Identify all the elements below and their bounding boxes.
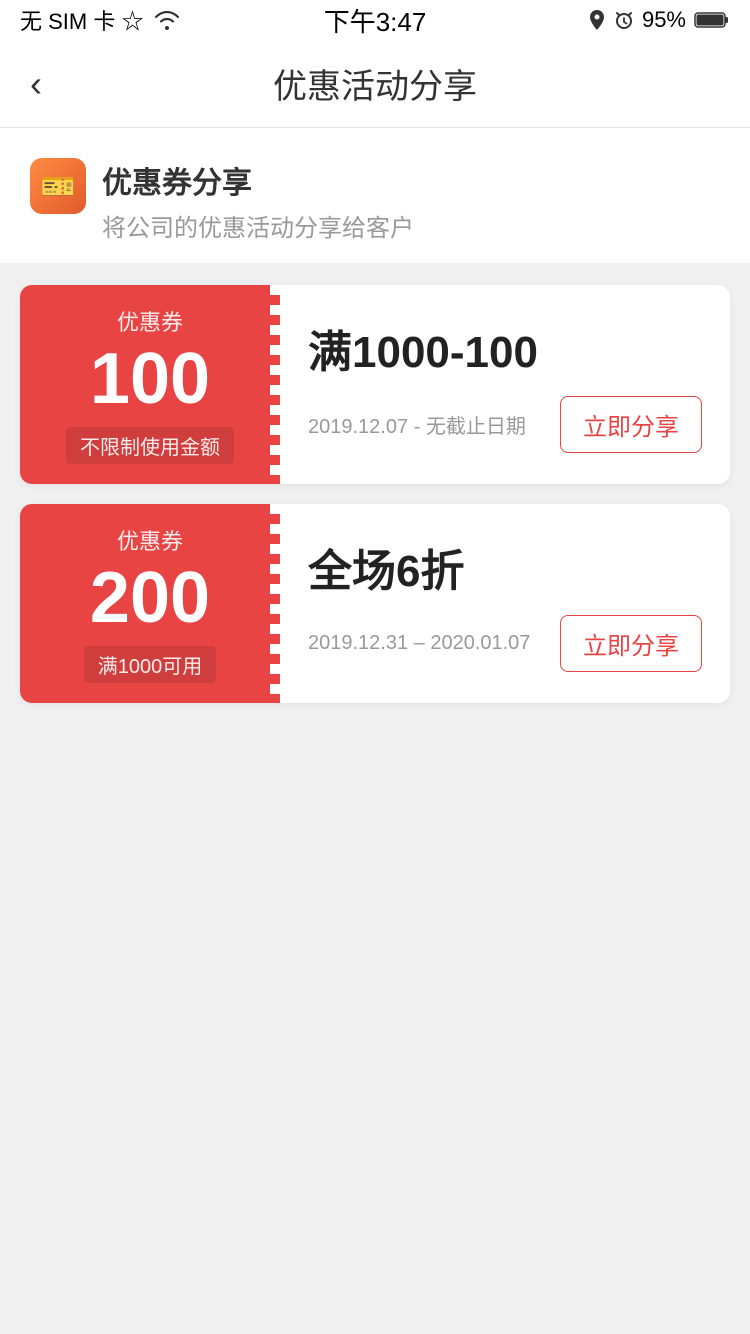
section-icon: 🎫 <box>30 158 86 214</box>
coupon-right-1: 全场6折 2019.12.31 – 2020.01.07 立即分享 <box>280 504 730 703</box>
coupon-left-0: 优惠券 100 不限制使用金额 <box>20 285 280 484</box>
coupon-condition-1: 满1000可用 <box>84 646 217 683</box>
status-bar: 无 SIM 卡 ☆ 下午3:47 95% <box>0 0 750 40</box>
section-text: 优惠券分享 将公司的优惠活动分享给客户 <box>102 158 414 243</box>
share-button-0[interactable]: 立即分享 <box>560 396 702 453</box>
coupon-left-1: 优惠券 200 满1000可用 <box>20 504 280 703</box>
nav-bar: ‹ 优惠活动分享 <box>0 40 750 128</box>
nav-title: 优惠活动分享 <box>273 59 477 108</box>
battery-text: 95% <box>642 7 686 33</box>
coupon-amount-0: 100 <box>90 343 210 415</box>
share-button-1[interactable]: 立即分享 <box>560 615 702 672</box>
coupon-card: 优惠券 200 满1000可用 全场6折 2019.12.31 – 2020.0… <box>20 504 730 703</box>
coupon-right-0: 满1000-100 2019.12.07 - 无截止日期 立即分享 <box>280 285 730 484</box>
battery-icon <box>694 11 730 29</box>
back-button[interactable]: ‹ <box>30 63 42 105</box>
status-left: 无 SIM 卡 ☆ <box>20 4 181 36</box>
coupon-meta-1: 2019.12.31 – 2020.01.07 立即分享 <box>308 615 702 672</box>
status-right: 95% <box>588 7 730 33</box>
location-icon <box>588 9 606 31</box>
coupon-card: 优惠券 100 不限制使用金额 满1000-100 2019.12.07 - 无… <box>20 285 730 484</box>
section-header: 🎫 优惠券分享 将公司的优惠活动分享给客户 <box>0 128 750 263</box>
alarm-icon <box>614 9 634 31</box>
no-sim-text: 无 SIM 卡 ☆ <box>20 4 143 36</box>
coupon-condition-0: 不限制使用金额 <box>66 427 234 464</box>
coupon-title-0: 满1000-100 <box>308 316 702 380</box>
coupon-amount-1: 200 <box>90 562 210 634</box>
coupon-meta-0: 2019.12.07 - 无截止日期 立即分享 <box>308 396 702 453</box>
coupon-list: 优惠券 100 不限制使用金额 满1000-100 2019.12.07 - 无… <box>0 265 750 723</box>
coupon-title-1: 全场6折 <box>308 535 702 599</box>
wifi-icon <box>153 10 181 30</box>
section-desc: 将公司的优惠活动分享给客户 <box>102 208 414 243</box>
status-time: 下午3:47 <box>324 2 427 39</box>
coupon-date-1: 2019.12.31 – 2020.01.07 <box>308 632 548 655</box>
coupon-date-0: 2019.12.07 - 无截止日期 <box>308 410 548 439</box>
coupon-label-1: 优惠券 <box>117 524 183 556</box>
section-heading: 优惠券分享 <box>102 158 414 202</box>
coupon-label-0: 优惠券 <box>117 305 183 337</box>
